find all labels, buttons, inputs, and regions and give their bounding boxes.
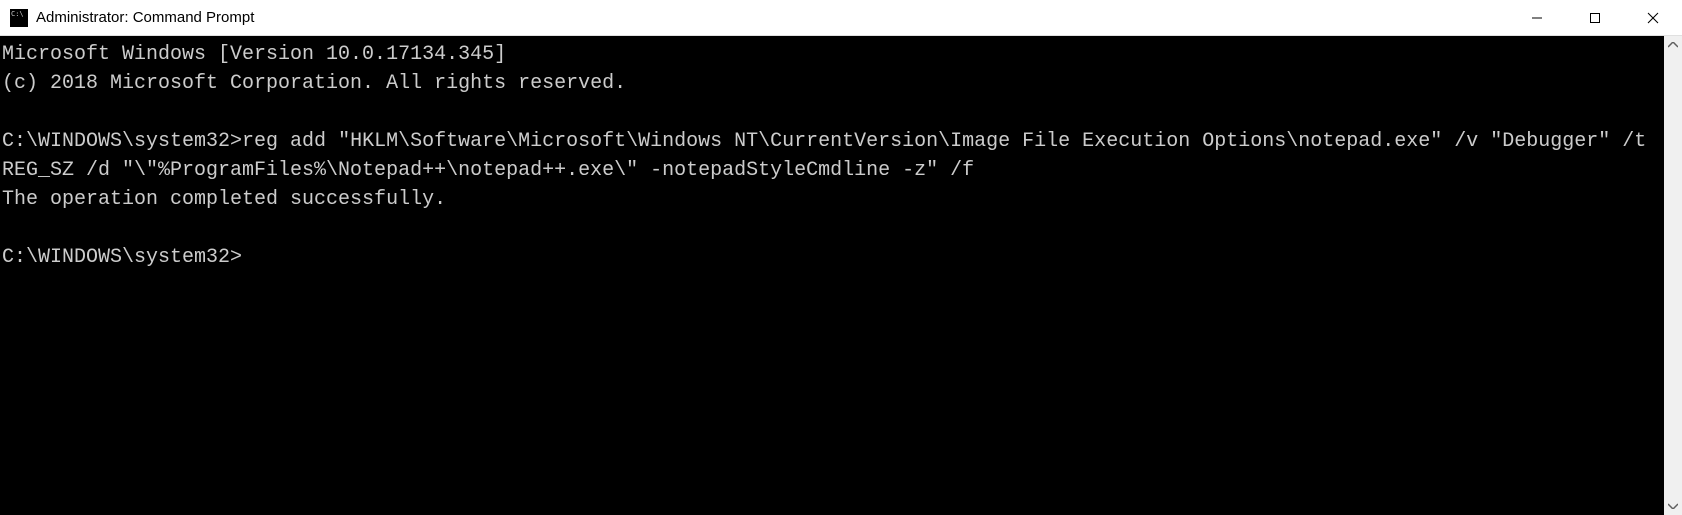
window-titlebar: Administrator: Command Prompt: [0, 0, 1682, 36]
vertical-scrollbar[interactable]: [1664, 36, 1682, 515]
window-title: Administrator: Command Prompt: [36, 9, 1508, 26]
command-text: reg add "HKLM\Software\Microsoft\Windows…: [2, 130, 1658, 182]
scroll-up-button[interactable]: [1664, 36, 1682, 54]
prompt: C:\WINDOWS\system32>: [2, 130, 242, 153]
content-area: Microsoft Windows [Version 10.0.17134.34…: [0, 36, 1682, 515]
copyright-line: (c) 2018 Microsoft Corporation. All righ…: [2, 72, 626, 95]
terminal-output[interactable]: Microsoft Windows [Version 10.0.17134.34…: [0, 36, 1664, 515]
close-icon: [1647, 12, 1659, 24]
cmd-icon: [10, 9, 28, 27]
minimize-button[interactable]: [1508, 0, 1566, 35]
maximize-button[interactable]: [1566, 0, 1624, 35]
prompt: C:\WINDOWS\system32>: [2, 246, 242, 269]
chevron-down-icon: [1668, 503, 1678, 509]
maximize-icon: [1589, 12, 1601, 24]
scroll-down-button[interactable]: [1664, 497, 1682, 515]
result-line: The operation completed successfully.: [2, 188, 446, 211]
close-button[interactable]: [1624, 0, 1682, 35]
version-line: Microsoft Windows [Version 10.0.17134.34…: [2, 43, 506, 66]
window-controls: [1508, 0, 1682, 35]
minimize-icon: [1531, 12, 1543, 24]
chevron-up-icon: [1668, 42, 1678, 48]
